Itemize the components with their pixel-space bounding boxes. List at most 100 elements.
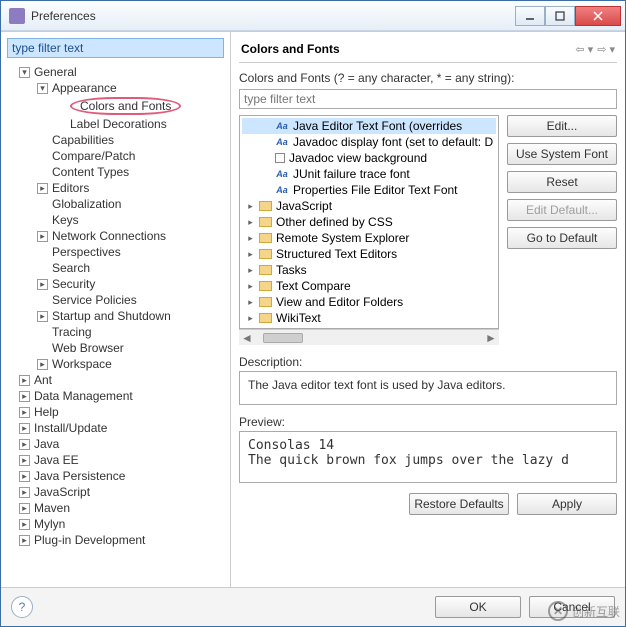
expand-toggle[interactable]: ▸ xyxy=(246,313,255,324)
tree-node[interactable]: ▸Maven xyxy=(5,500,226,516)
expand-toggle[interactable]: ▸ xyxy=(19,439,30,450)
edit-button[interactable]: Edit... xyxy=(507,115,617,137)
tree-node[interactable]: ▸Editors xyxy=(5,180,226,196)
tree-node[interactable]: Perspectives xyxy=(5,244,226,260)
tree-node[interactable]: Search xyxy=(5,260,226,276)
scroll-left-icon[interactable]: ◄ xyxy=(239,331,255,345)
expand-toggle[interactable]: ▸ xyxy=(246,297,255,308)
tree-node[interactable]: Keys xyxy=(5,212,226,228)
forward-icon[interactable]: ⇨ ▾ xyxy=(597,43,615,56)
font-tree-row[interactable]: ▸View and Editor Folders xyxy=(242,294,496,310)
maximize-button[interactable] xyxy=(545,6,575,26)
go-to-default-button[interactable]: Go to Default xyxy=(507,227,617,249)
expand-toggle[interactable]: ▸ xyxy=(19,423,30,434)
expand-toggle[interactable]: ▸ xyxy=(37,311,48,322)
font-tree-row[interactable]: AaProperties File Editor Text Font xyxy=(242,182,496,198)
apply-button[interactable]: Apply xyxy=(517,493,617,515)
filter-hint: Colors and Fonts (? = any character, * =… xyxy=(239,71,617,85)
expand-toggle[interactable]: ▸ xyxy=(246,233,255,244)
tree-node[interactable]: Content Types xyxy=(5,164,226,180)
font-tree-row[interactable]: ▸Tasks xyxy=(242,262,496,278)
expand-toggle xyxy=(37,215,48,226)
expand-toggle[interactable]: ▸ xyxy=(246,201,255,212)
tree-node[interactable]: ▾Appearance xyxy=(5,80,226,96)
close-button[interactable] xyxy=(575,6,621,26)
tree-node[interactable]: ▾General xyxy=(5,64,226,80)
tree-node[interactable]: ▸Help xyxy=(5,404,226,420)
font-tree-row[interactable]: ▸WikiText xyxy=(242,310,496,326)
tree-node[interactable]: ▸Plug-in Development xyxy=(5,532,226,548)
help-button[interactable]: ? xyxy=(11,596,33,618)
tree-node[interactable]: Globalization xyxy=(5,196,226,212)
font-tree-row[interactable]: ▸Other defined by CSS xyxy=(242,214,496,230)
font-tree-row[interactable]: AaJava Editor Text Font (overrides xyxy=(242,118,496,134)
dialog-body: ▾General▾AppearanceColors and FontsLabel… xyxy=(1,31,625,587)
category-tree[interactable]: ▾General▾AppearanceColors and FontsLabel… xyxy=(1,62,230,587)
tree-node[interactable]: ▸Java xyxy=(5,436,226,452)
expand-toggle[interactable]: ▸ xyxy=(246,265,255,276)
tree-node[interactable]: ▸Startup and Shutdown xyxy=(5,308,226,324)
expand-toggle[interactable]: ▸ xyxy=(19,535,30,546)
tree-node[interactable]: ▸JavaScript xyxy=(5,484,226,500)
tree-node[interactable]: Service Policies xyxy=(5,292,226,308)
expand-toggle[interactable]: ▸ xyxy=(19,487,30,498)
expand-toggle[interactable]: ▸ xyxy=(246,281,255,292)
use-system-font-button[interactable]: Use System Font xyxy=(507,143,617,165)
tree-node[interactable]: Label Decorations xyxy=(5,116,226,132)
font-tree-row[interactable]: ▸Remote System Explorer xyxy=(242,230,496,246)
ok-button[interactable]: OK xyxy=(435,596,521,618)
tree-node[interactable]: ▸Ant xyxy=(5,372,226,388)
expand-toggle xyxy=(37,199,48,210)
tree-label: Perspectives xyxy=(52,245,121,259)
expand-toggle[interactable]: ▸ xyxy=(37,231,48,242)
font-tree-label: Javadoc display font (set to default: D xyxy=(293,135,493,149)
expand-toggle[interactable]: ▾ xyxy=(37,83,48,94)
hscrollbar[interactable]: ◄ ► xyxy=(239,329,499,345)
tree-node[interactable]: Tracing xyxy=(5,324,226,340)
font-tree-row[interactable]: AaJavadoc display font (set to default: … xyxy=(242,134,496,150)
tree-node[interactable]: ▸Network Connections xyxy=(5,228,226,244)
tree-node[interactable]: ▸Java Persistence xyxy=(5,468,226,484)
expand-toggle[interactable]: ▸ xyxy=(19,455,30,466)
font-tree-row[interactable]: ▸Structured Text Editors xyxy=(242,246,496,262)
font-tree-row[interactable]: ▸JavaScript xyxy=(242,198,496,214)
back-icon[interactable]: ⇦ ▾ xyxy=(575,43,593,56)
nav-history: ⇦ ▾ ⇨ ▾ xyxy=(575,43,615,56)
tree-node[interactable]: ▸Install/Update xyxy=(5,420,226,436)
tree-node[interactable]: Web Browser xyxy=(5,340,226,356)
tree-node[interactable]: ▸Workspace xyxy=(5,356,226,372)
right-filter-input[interactable] xyxy=(239,89,617,109)
left-filter-input[interactable] xyxy=(7,38,224,58)
restore-defaults-button[interactable]: Restore Defaults xyxy=(409,493,509,515)
expand-toggle[interactable]: ▸ xyxy=(19,471,30,482)
expand-toggle[interactable]: ▸ xyxy=(19,503,30,514)
expand-toggle[interactable]: ▸ xyxy=(19,391,30,402)
titlebar: Preferences xyxy=(1,1,625,31)
scroll-right-icon[interactable]: ► xyxy=(483,331,499,345)
expand-toggle[interactable]: ▸ xyxy=(246,249,255,260)
expand-toggle[interactable]: ▸ xyxy=(37,183,48,194)
font-tree-row[interactable]: ▸Text Compare xyxy=(242,278,496,294)
minimize-button[interactable] xyxy=(515,6,545,26)
font-tree-row[interactable]: AaJUnit failure trace font xyxy=(242,166,496,182)
expand-toggle[interactable]: ▸ xyxy=(37,359,48,370)
tree-node[interactable]: ▸Mylyn xyxy=(5,516,226,532)
expand-toggle[interactable]: ▸ xyxy=(19,519,30,530)
expand-toggle[interactable]: ▸ xyxy=(37,279,48,290)
expand-toggle[interactable]: ▾ xyxy=(19,67,30,78)
font-icon: Aa xyxy=(275,168,289,180)
scroll-thumb[interactable] xyxy=(263,333,303,343)
font-tree[interactable]: AaJava Editor Text Font (overridesAaJava… xyxy=(239,115,499,329)
tree-node[interactable]: ▸Java EE xyxy=(5,452,226,468)
font-tree-row[interactable]: Javadoc view background xyxy=(242,150,496,166)
tree-node[interactable]: Capabilities xyxy=(5,132,226,148)
tree-node[interactable]: ▸Security xyxy=(5,276,226,292)
expand-toggle[interactable]: ▸ xyxy=(19,375,30,386)
tree-node[interactable]: Compare/Patch xyxy=(5,148,226,164)
reset-button[interactable]: Reset xyxy=(507,171,617,193)
expand-toggle[interactable]: ▸ xyxy=(246,217,255,228)
expand-toggle[interactable]: ▸ xyxy=(19,407,30,418)
tree-node[interactable]: ▸Data Management xyxy=(5,388,226,404)
tree-node[interactable]: Colors and Fonts xyxy=(5,96,226,116)
cancel-button[interactable]: Cancel xyxy=(529,596,615,618)
